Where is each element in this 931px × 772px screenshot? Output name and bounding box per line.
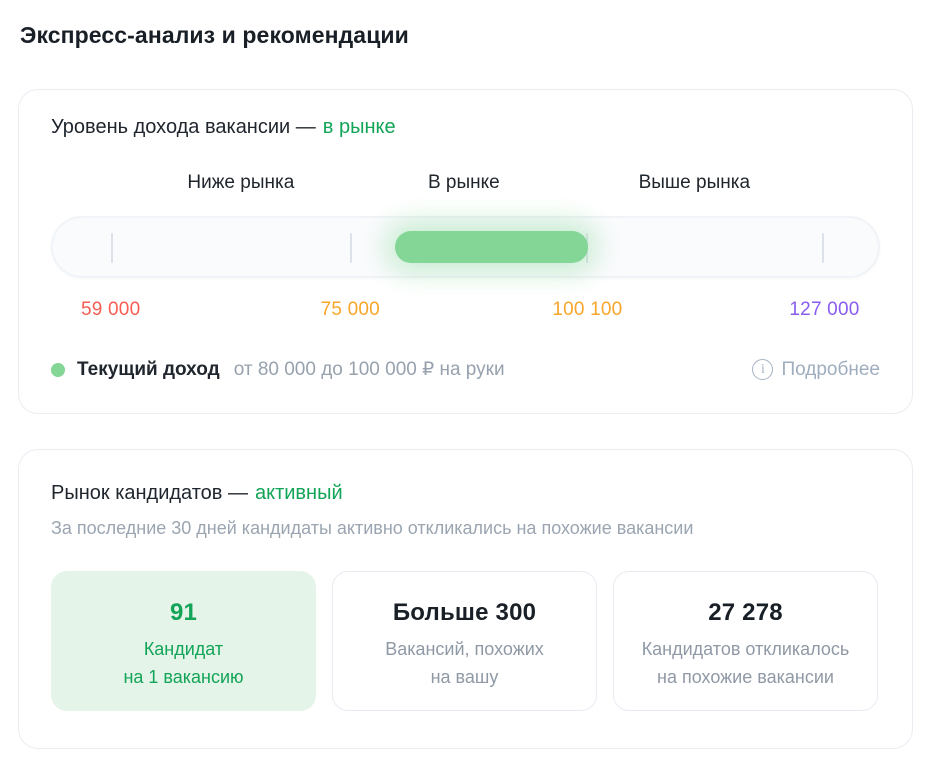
current-income-range-pill [394, 231, 588, 263]
market-stats-row: 91 Кандидат на 1 вакансию Больше 300 Вак… [51, 571, 880, 711]
income-card-status: в рынке [322, 116, 396, 138]
track-tick [349, 233, 352, 263]
zone-label-below-market: Ниже рынка [187, 172, 295, 193]
details-button[interactable]: i Подробнее [752, 359, 880, 381]
details-button-label: Подробнее [781, 358, 880, 380]
current-income-label: Текущий доход [77, 358, 220, 380]
salary-range-track [51, 216, 880, 278]
current-income-row: Текущий доход от 80 000 до 100 000 ₽ на … [51, 358, 880, 381]
stat-value: Больше 300 [392, 599, 537, 626]
scale-value: 127 000 [789, 299, 860, 320]
page-title: Экспресс-анализ и рекомендации [20, 22, 409, 48]
scale-value: 59 000 [81, 299, 141, 320]
stat-label-line: Вакансий, похожих [385, 639, 544, 659]
salary-scale-values: 59 000 75 000 100 100 127 000 [51, 299, 880, 323]
zone-label-in-market: В рынке [427, 172, 500, 193]
market-card-title: Рынок кандидатов — [51, 482, 248, 504]
stat-value: 91 [169, 599, 198, 626]
market-card-header: Рынок кандидатов — активный [51, 482, 880, 505]
track-tick [821, 233, 824, 263]
market-card-status: активный [254, 482, 343, 504]
stat-similar-vacancies: Больше 300 Вакансий, похожих на вашу [332, 571, 597, 711]
salary-zone-labels: Ниже рынка В рынке Выше рынка [51, 172, 880, 196]
page: Экспресс-анализ и рекомендации Уровень д… [0, 0, 931, 749]
stat-label-line: на 1 вакансию [123, 667, 244, 687]
current-income-range-text: от 80 000 до 100 000 ₽ на руки [233, 359, 505, 380]
market-card-subtitle: За последние 30 дней кандидаты активно о… [51, 518, 694, 538]
stat-label-line: на похожие вакансии [657, 667, 834, 687]
stat-label-line: на вашу [430, 667, 499, 687]
stat-value: 27 278 [708, 599, 783, 626]
stat-label-line: Кандидатов откликалось [641, 639, 850, 659]
stat-candidates-per-vacancy: 91 Кандидат на 1 вакансию [51, 571, 316, 711]
stat-label: Кандидатов откликалось на похожие ваканс… [642, 635, 850, 691]
stat-label: Вакансий, похожих на вашу [385, 635, 544, 691]
income-level-card: Уровень дохода вакансии — в рынке Ниже р… [18, 89, 913, 414]
income-card-title: Уровень дохода вакансии — [51, 116, 316, 138]
scale-value: 75 000 [320, 299, 380, 320]
zone-label-above-market: Выше рынка [638, 172, 751, 193]
income-card-header: Уровень дохода вакансии — в рынке [51, 116, 880, 139]
stat-candidate-responses: 27 278 Кандидатов откликалось на похожие… [613, 571, 878, 711]
candidate-market-card: Рынок кандидатов — активный За последние… [18, 449, 913, 749]
stat-label: Кандидат на 1 вакансию [123, 635, 243, 691]
current-income-legend: Текущий доход от 80 000 до 100 000 ₽ на … [51, 358, 505, 381]
income-dot-icon [51, 362, 65, 377]
track-tick [111, 233, 114, 263]
stat-label-line: Кандидат [143, 639, 224, 659]
scale-value: 100 100 [552, 299, 623, 320]
info-icon: i [752, 359, 774, 380]
